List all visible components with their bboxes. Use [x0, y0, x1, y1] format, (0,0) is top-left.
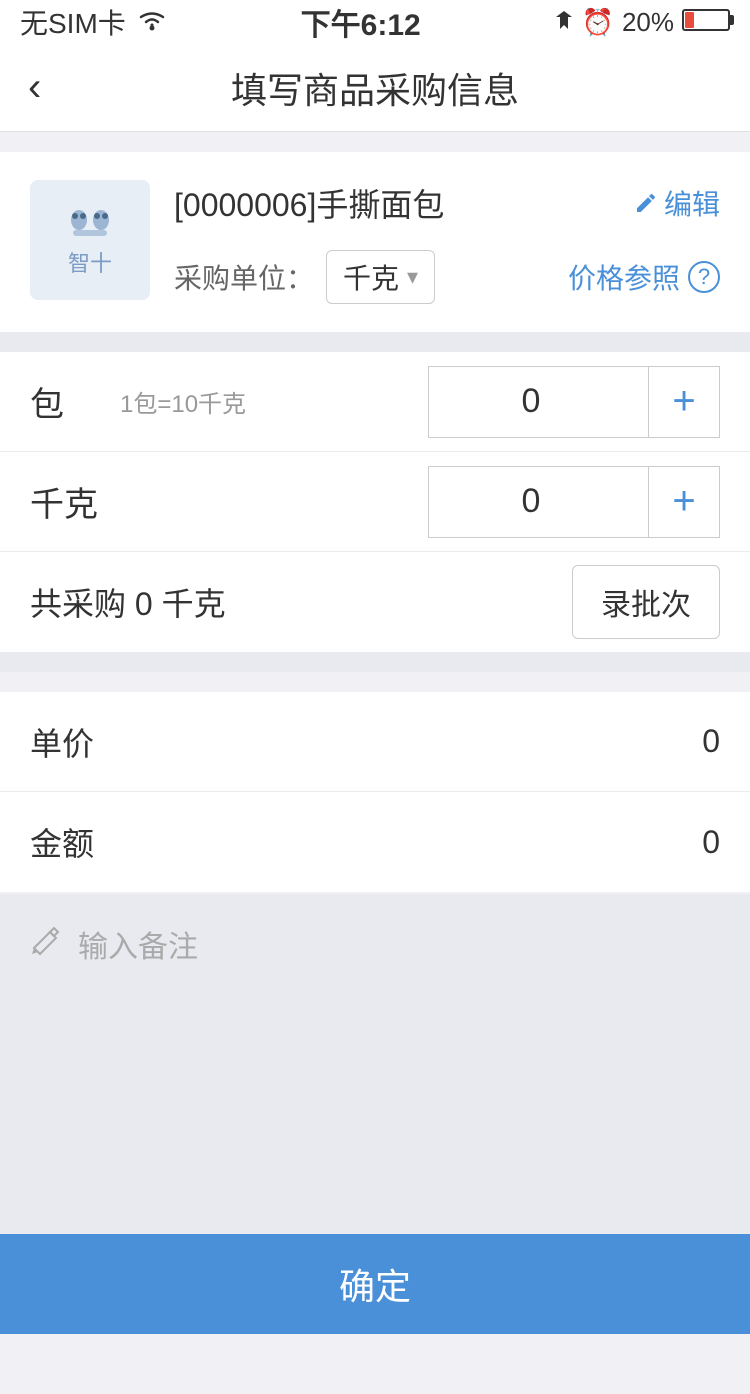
- kg-quantity-input[interactable]: [428, 466, 648, 538]
- pencil-icon: [30, 924, 62, 964]
- status-left: 无SIM卡: [20, 2, 168, 42]
- carrier-label: 无SIM卡: [20, 2, 126, 42]
- battery-percent: 20%: [622, 7, 674, 38]
- main-content: 智十 [0000006]手撕面包 编辑 采购单位： 千克 ▾: [0, 152, 750, 1394]
- unit-price-value: 0: [702, 723, 720, 760]
- product-card: 智十 [0000006]手撕面包 编辑 采购单位： 千克 ▾: [0, 152, 750, 332]
- battery-icon: [682, 7, 730, 38]
- amount-label: 金额: [30, 819, 94, 865]
- amount-value: 0: [702, 824, 720, 861]
- status-right: ⏰ 20%: [554, 7, 730, 38]
- bag-plus-button[interactable]: +: [648, 366, 720, 438]
- amount-row: 金额 0: [0, 792, 750, 892]
- unit-value: 千克: [343, 257, 399, 297]
- status-time: 下午6:12: [301, 0, 421, 44]
- unit-price-label: 单价: [30, 719, 94, 765]
- detail-section: 单价 0 金额 0: [0, 692, 750, 892]
- unit-section: 采购单位： 千克 ▾: [174, 250, 435, 304]
- confirm-button[interactable]: 确定: [339, 1258, 411, 1310]
- product-unit-row: 采购单位： 千克 ▾ 价格参照 ?: [174, 250, 720, 304]
- batch-button[interactable]: 录批次: [572, 565, 720, 639]
- help-icon: ?: [688, 261, 720, 293]
- status-bar: 无SIM卡 下午6:12 ⏰ 20%: [0, 0, 750, 44]
- unit-price-row: 单价 0: [0, 692, 750, 792]
- product-image: 智十: [30, 180, 150, 300]
- wifi-icon: [136, 6, 168, 38]
- product-name: [0000006]手撕面包: [174, 180, 444, 226]
- bag-sublabel: 1包=10千克: [120, 384, 428, 419]
- section-divider-2: [0, 652, 750, 672]
- kg-plus-button[interactable]: +: [648, 466, 720, 538]
- bag-quantity-input[interactable]: [428, 366, 648, 438]
- notes-placeholder: 输入备注: [78, 922, 198, 966]
- back-button[interactable]: ‹: [28, 65, 41, 110]
- edit-button[interactable]: 编辑: [634, 183, 720, 223]
- dropdown-arrow-icon: ▾: [407, 264, 418, 290]
- kg-controls: +: [428, 466, 720, 538]
- input-section: 包 1包=10千克 + 千克 +: [0, 352, 750, 552]
- location-icon: [554, 7, 574, 38]
- bag-controls: +: [428, 366, 720, 438]
- confirm-bar[interactable]: 确定: [0, 1234, 750, 1334]
- kg-label: 千克: [30, 477, 110, 526]
- kg-input-row: 千克 +: [0, 452, 750, 552]
- product-logo-text: 智十: [68, 246, 112, 278]
- bag-input-row: 包 1包=10千克 +: [0, 352, 750, 452]
- unit-dropdown[interactable]: 千克 ▾: [326, 250, 435, 304]
- total-label: 共采购 0 千克: [30, 579, 226, 625]
- product-top-row: [0000006]手撕面包 编辑: [174, 180, 720, 226]
- unit-label: 采购单位：: [174, 257, 314, 297]
- price-reference-button[interactable]: 价格参照 ?: [568, 257, 720, 297]
- page-title: 填写商品采购信息: [231, 62, 519, 114]
- alarm-icon: ⏰: [582, 7, 614, 38]
- price-ref-label: 价格参照: [568, 257, 680, 297]
- bag-label: 包: [30, 377, 110, 426]
- product-info: [0000006]手撕面包 编辑 采购单位： 千克 ▾ 价格: [174, 180, 720, 304]
- section-divider-1: [0, 332, 750, 352]
- notes-section[interactable]: 输入备注: [0, 894, 750, 994]
- total-row: 共采购 0 千克 录批次: [0, 552, 750, 652]
- nav-bar: ‹ 填写商品采购信息: [0, 44, 750, 132]
